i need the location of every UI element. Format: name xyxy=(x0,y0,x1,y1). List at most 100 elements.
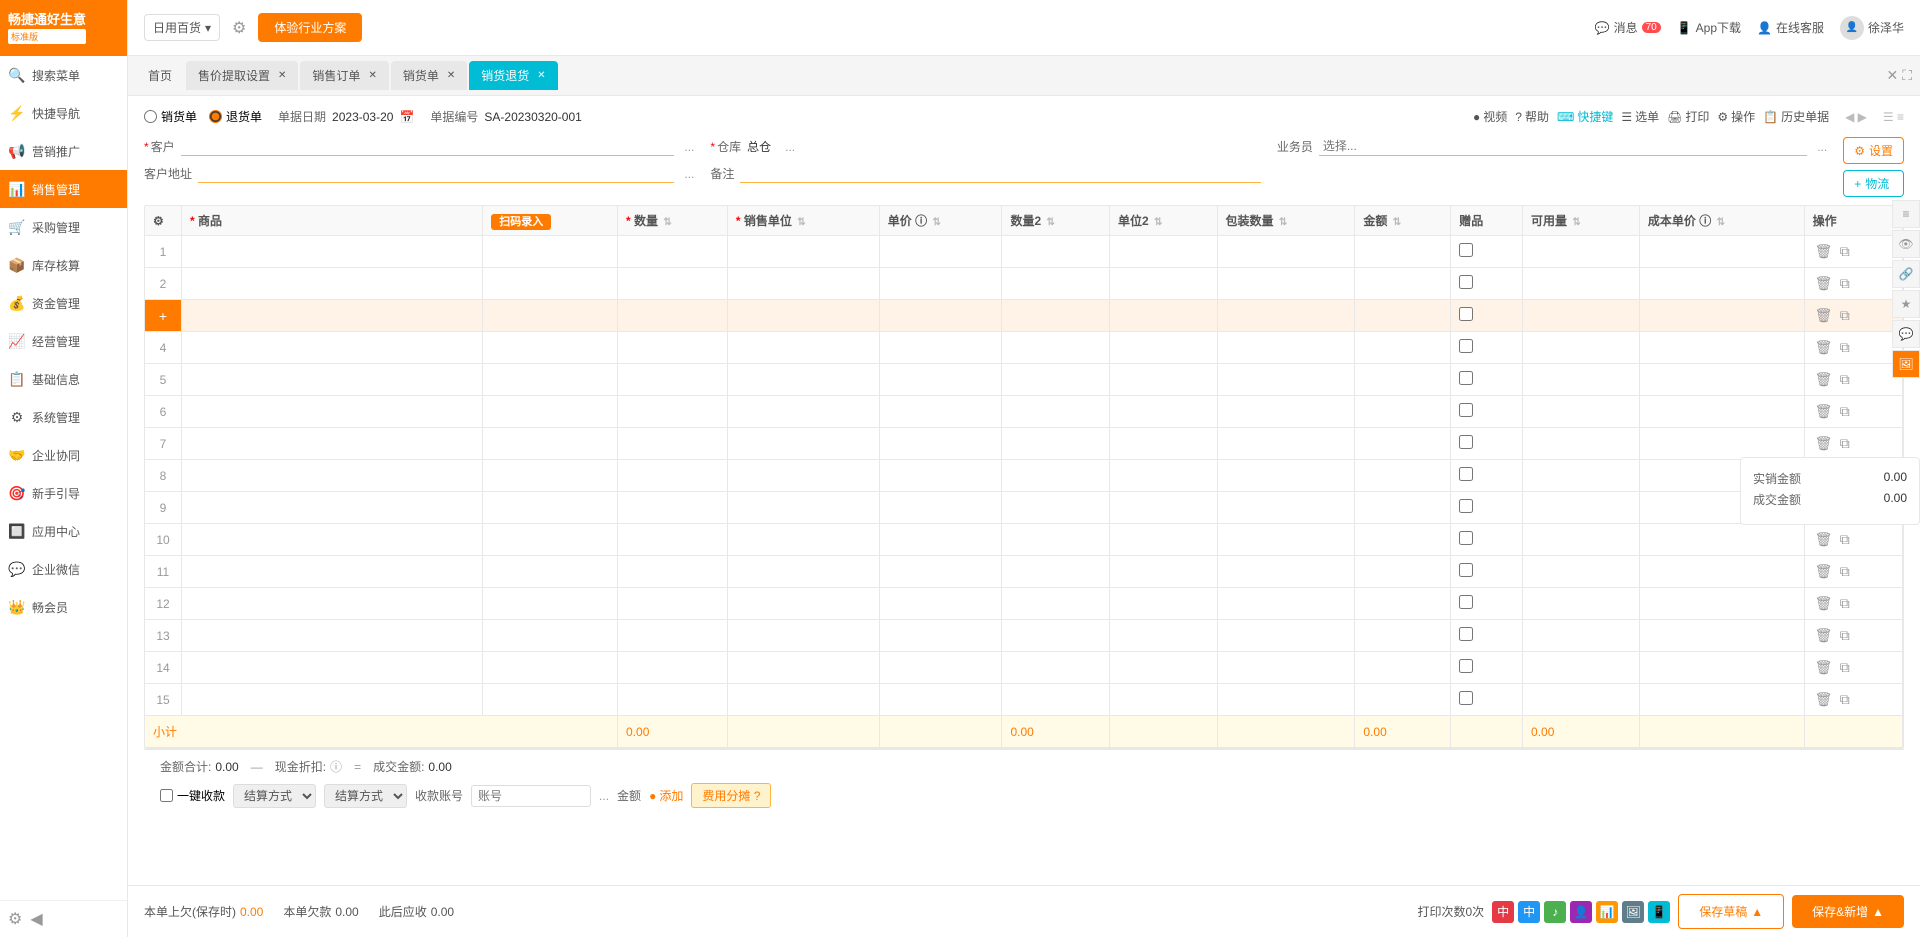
delete-row-1[interactable]: 🗑 xyxy=(1815,243,1833,259)
discount-help[interactable]: ⓘ xyxy=(330,758,342,775)
product-cell-2[interactable] xyxy=(182,268,483,300)
gift-check-11[interactable] xyxy=(1459,563,1473,577)
unit2-cell-1[interactable] xyxy=(1109,236,1217,268)
qty-cell-14[interactable] xyxy=(618,652,728,684)
settings-bottom-icon[interactable]: ⚙ xyxy=(8,909,22,929)
price-cell-12[interactable] xyxy=(879,588,1002,620)
product-input-7[interactable] xyxy=(190,437,474,451)
amount-cell-8[interactable] xyxy=(1355,460,1451,492)
qty2-cell-10[interactable] xyxy=(1002,524,1110,556)
unit2-cell-10[interactable] xyxy=(1109,524,1217,556)
sale-unit-sort[interactable]: ⇅ xyxy=(797,217,805,228)
price-cell-1[interactable] xyxy=(879,236,1002,268)
pack-cell-10[interactable] xyxy=(1217,524,1355,556)
qty2-cell-5[interactable] xyxy=(1002,364,1110,396)
sidebar-item-搜索菜单[interactable]: 🔍 搜索菜单 xyxy=(0,56,127,94)
copy-row-4[interactable]: ⧉ xyxy=(1840,339,1850,355)
qty2-cell-4[interactable] xyxy=(1002,332,1110,364)
message-center[interactable]: 💬 消息 70 xyxy=(1595,19,1661,36)
qty2-sort[interactable]: ⇅ xyxy=(1046,217,1054,228)
gift-cell-6[interactable] xyxy=(1451,396,1523,428)
staff-input[interactable] xyxy=(1319,137,1807,156)
qty2-cell-15[interactable] xyxy=(1002,684,1110,716)
gift-cell-4[interactable] xyxy=(1451,332,1523,364)
sidebar-item-销售管理[interactable]: 📊 销售管理 xyxy=(0,170,127,208)
delete-row-15[interactable]: 🗑 xyxy=(1815,691,1833,707)
gift-check-3[interactable] xyxy=(1459,307,1473,321)
price-cell-14[interactable] xyxy=(879,652,1002,684)
qty-cell-3[interactable] xyxy=(618,300,728,332)
pack-cell-7[interactable] xyxy=(1217,428,1355,460)
address-input[interactable] xyxy=(198,164,674,183)
gift-cell-5[interactable] xyxy=(1451,364,1523,396)
gift-check-15[interactable] xyxy=(1459,691,1473,705)
amount-cell-5[interactable] xyxy=(1355,364,1451,396)
tab-close-2[interactable]: ✕ xyxy=(368,70,376,81)
sidebar-item-资金管理[interactable]: 💰 资金管理 xyxy=(0,284,127,322)
customer-input[interactable] xyxy=(181,137,675,156)
price-cell-6[interactable] xyxy=(879,396,1002,428)
qty2-cell-3[interactable] xyxy=(1002,300,1110,332)
calendar-icon[interactable]: 📅 xyxy=(399,110,414,124)
product-input-5[interactable] xyxy=(190,373,474,387)
qty-cell-2[interactable] xyxy=(618,268,728,300)
tab-3[interactable]: 销货单✕ xyxy=(391,61,467,90)
product-cell-13[interactable] xyxy=(182,620,483,652)
qty-cell-8[interactable] xyxy=(618,460,728,492)
copy-row-10[interactable]: ⧉ xyxy=(1840,531,1850,547)
save-new-btn[interactable]: 保存&新增 ▲ xyxy=(1792,895,1904,928)
qty2-cell-6[interactable] xyxy=(1002,396,1110,428)
online-service-link[interactable]: 👤 在线客服 xyxy=(1757,19,1824,36)
gift-check-9[interactable] xyxy=(1459,499,1473,513)
product-cell-6[interactable] xyxy=(182,396,483,428)
tab-close-4[interactable]: ✕ xyxy=(537,70,545,81)
delete-row-11[interactable]: 🗑 xyxy=(1815,563,1833,579)
tab-0[interactable]: 首页 xyxy=(136,61,184,90)
unit2-cell-11[interactable] xyxy=(1109,556,1217,588)
user-profile[interactable]: 👤 徐泽华 xyxy=(1840,16,1904,40)
sale-unit-cell-6[interactable] xyxy=(727,396,879,428)
copy-row-1[interactable]: ⧉ xyxy=(1840,243,1850,259)
pack-cell-6[interactable] xyxy=(1217,396,1355,428)
add-row-btn[interactable]: + xyxy=(153,306,173,326)
product-cell-3[interactable] xyxy=(182,300,483,332)
pack-cell-13[interactable] xyxy=(1217,620,1355,652)
settlement-method-select[interactable]: 结算方式 xyxy=(233,784,316,808)
amount-cell-10[interactable] xyxy=(1355,524,1451,556)
tab-close-3[interactable]: ✕ xyxy=(447,70,455,81)
available-sort[interactable]: ⇅ xyxy=(1572,217,1580,228)
product-input-1[interactable] xyxy=(190,245,474,259)
pack-cell-12[interactable] xyxy=(1217,588,1355,620)
price-cell-8[interactable] xyxy=(879,460,1002,492)
pack-cell-9[interactable] xyxy=(1217,492,1355,524)
copy-row-2[interactable]: ⧉ xyxy=(1840,275,1850,291)
qty2-cell-1[interactable] xyxy=(1002,236,1110,268)
gift-cell-10[interactable] xyxy=(1451,524,1523,556)
copy-row-13[interactable]: ⧉ xyxy=(1840,627,1850,643)
copy-row-14[interactable]: ⧉ xyxy=(1840,659,1850,675)
delete-row-12[interactable]: 🗑 xyxy=(1815,595,1833,611)
qty-cell-9[interactable] xyxy=(618,492,728,524)
qty-cell-10[interactable] xyxy=(618,524,728,556)
unit2-cell-6[interactable] xyxy=(1109,396,1217,428)
gift-check-13[interactable] xyxy=(1459,627,1473,641)
business-type-selector[interactable]: 日用百货 ▾ xyxy=(144,14,220,41)
gift-check-12[interactable] xyxy=(1459,595,1473,609)
sale-unit-cell-2[interactable] xyxy=(727,268,879,300)
gift-cell-9[interactable] xyxy=(1451,492,1523,524)
delete-row-3[interactable]: 🗑 xyxy=(1815,307,1833,323)
unit2-cell-9[interactable] xyxy=(1109,492,1217,524)
staff-picker[interactable]: ... xyxy=(1817,140,1827,154)
delete-row-2[interactable]: 🗑 xyxy=(1815,275,1833,291)
copy-row-3[interactable]: ⧉ xyxy=(1840,307,1850,323)
delete-row-14[interactable]: 🗑 xyxy=(1815,659,1833,675)
one-click-pay-check[interactable]: 一键收款 xyxy=(160,787,225,804)
unit2-cell-4[interactable] xyxy=(1109,332,1217,364)
sidebar-item-采购管理[interactable]: 🛒 采购管理 xyxy=(0,208,127,246)
notes-input[interactable] xyxy=(740,164,1260,183)
gift-cell-15[interactable] xyxy=(1451,684,1523,716)
amount-cell-3[interactable] xyxy=(1355,300,1451,332)
product-input-11[interactable] xyxy=(190,565,474,579)
gift-cell-3[interactable] xyxy=(1451,300,1523,332)
status-icon-4[interactable]: 👤 xyxy=(1570,901,1592,923)
